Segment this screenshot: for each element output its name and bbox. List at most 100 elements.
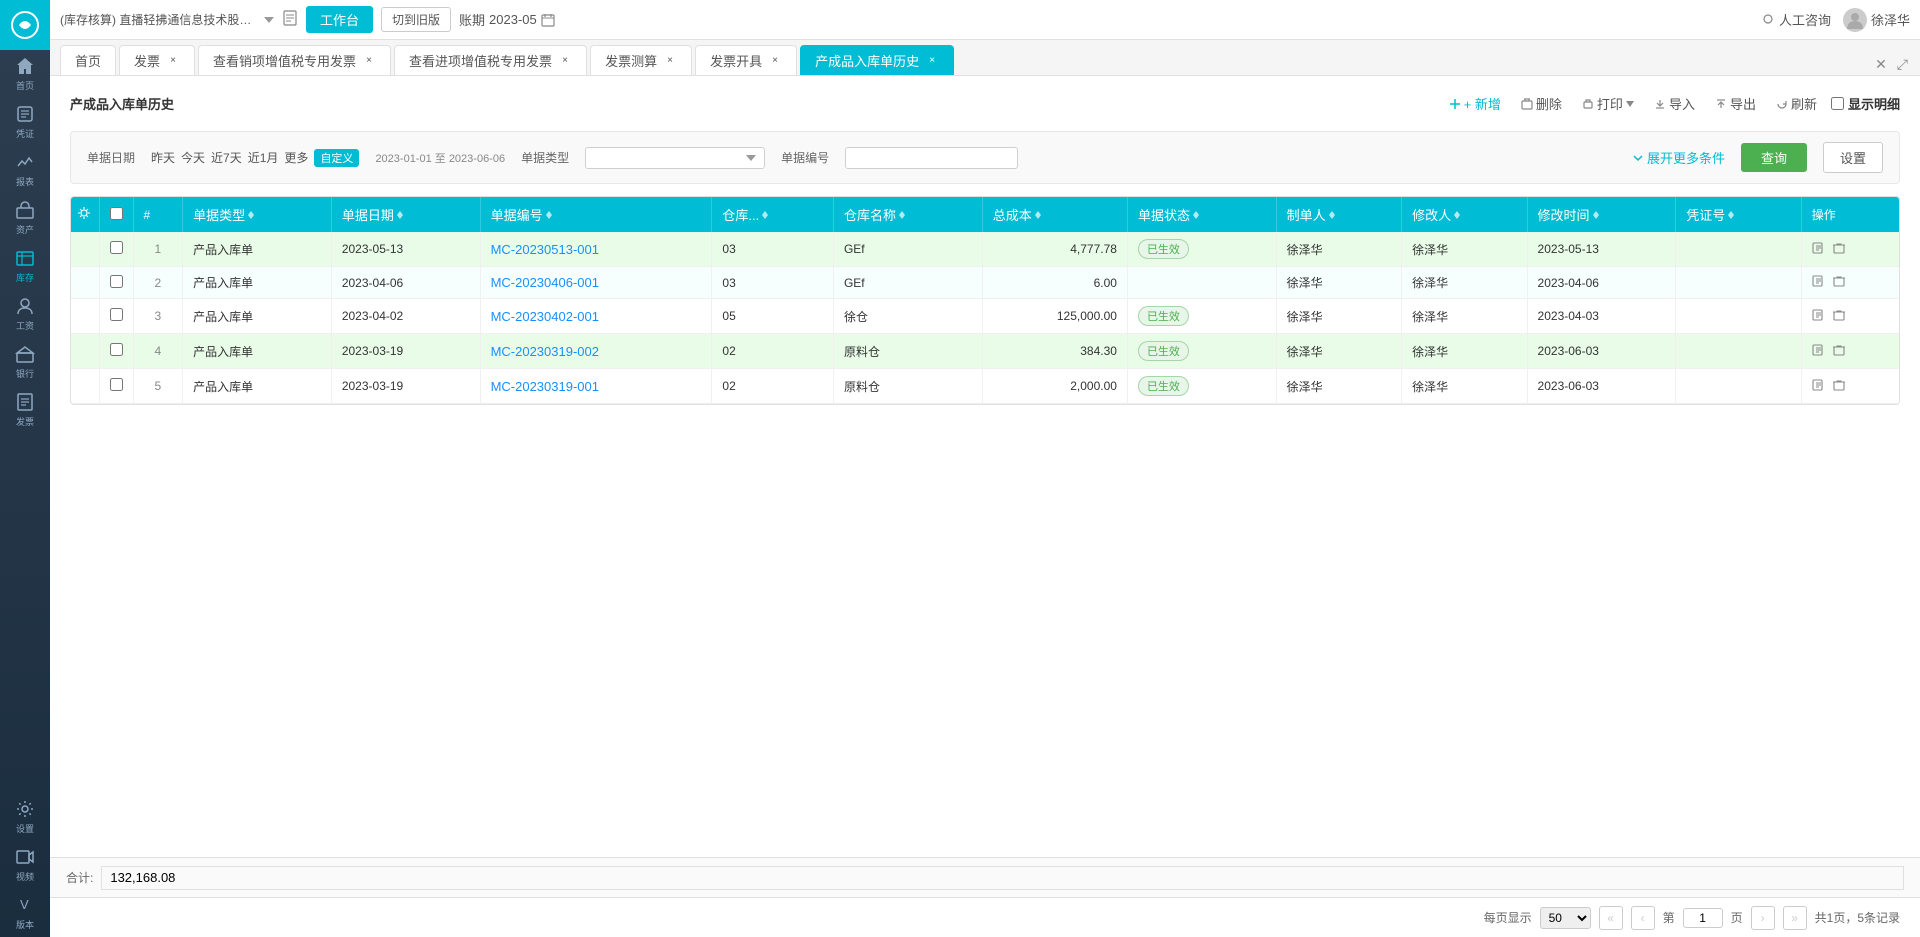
sidebar-item-salary[interactable]: 工资 bbox=[0, 290, 50, 338]
per-page-select[interactable]: 20 50 100 bbox=[1540, 907, 1591, 929]
delete-row-icon[interactable] bbox=[1832, 378, 1846, 395]
tab-product-history-close[interactable]: × bbox=[925, 54, 939, 68]
expand-conditions[interactable]: 展开更多条件 bbox=[1632, 148, 1725, 167]
doc-num-input[interactable] bbox=[845, 147, 1018, 169]
th-creator[interactable]: 制单人 bbox=[1276, 197, 1401, 232]
delete-row-icon[interactable] bbox=[1832, 343, 1846, 360]
th-checkbox[interactable] bbox=[99, 197, 133, 232]
sidebar-item-inventory[interactable]: 库存 bbox=[0, 242, 50, 290]
sidebar-item-version[interactable]: V 版本 bbox=[0, 889, 50, 937]
sidebar-item-tax[interactable]: 发票 bbox=[0, 386, 50, 434]
tab-vat-purchase[interactable]: 查看进项增值税专用发票 × bbox=[394, 45, 587, 75]
td-doc-num[interactable]: MC-20230319-001 bbox=[480, 369, 712, 404]
select-all-checkbox[interactable] bbox=[110, 207, 123, 220]
doc-num-link[interactable]: MC-20230513-001 bbox=[491, 242, 599, 257]
th-modifier[interactable]: 修改人 bbox=[1402, 197, 1527, 232]
new-button[interactable]: + 新增 bbox=[1443, 92, 1507, 115]
doc-num-link[interactable]: MC-20230319-001 bbox=[491, 379, 599, 394]
sidebar-item-video[interactable]: 视频 bbox=[0, 841, 50, 889]
last-page-button[interactable]: » bbox=[1783, 906, 1807, 930]
row-checkbox[interactable] bbox=[110, 378, 123, 391]
sidebar-item-report[interactable]: 报表 bbox=[0, 146, 50, 194]
export-button[interactable]: 导出 bbox=[1709, 92, 1762, 115]
doc-num-link[interactable]: MC-20230319-002 bbox=[491, 344, 599, 359]
date-custom[interactable]: 自定义 bbox=[314, 149, 359, 167]
edit-icon[interactable] bbox=[1812, 343, 1826, 360]
date-more[interactable]: 更多 bbox=[284, 149, 308, 167]
sidebar-item-voucher[interactable]: 凭证 bbox=[0, 98, 50, 146]
th-modify-time[interactable]: 修改时间 bbox=[1527, 197, 1676, 232]
tab-invoice-open[interactable]: 发票开具 × bbox=[695, 45, 797, 75]
sidebar-item-home[interactable]: 首页 bbox=[0, 50, 50, 98]
th-doc-date[interactable]: 单据日期 bbox=[331, 197, 480, 232]
row-checkbox[interactable] bbox=[110, 343, 123, 356]
reset-button[interactable]: 设置 bbox=[1823, 142, 1883, 173]
calendar-icon[interactable] bbox=[541, 13, 555, 27]
date-today[interactable]: 今天 bbox=[181, 149, 205, 167]
tab-invoice-calc[interactable]: 发票测算 × bbox=[590, 45, 692, 75]
td-checkbox[interactable] bbox=[99, 334, 133, 369]
doc-num-link[interactable]: MC-20230402-001 bbox=[491, 309, 599, 324]
delete-button[interactable]: 删除 bbox=[1515, 92, 1568, 115]
delete-row-icon[interactable] bbox=[1832, 241, 1846, 258]
td-checkbox[interactable] bbox=[99, 232, 133, 267]
page-input[interactable] bbox=[1683, 908, 1723, 928]
tab-expand-button[interactable]: ⤢ bbox=[1895, 54, 1910, 75]
date-7days[interactable]: 近7天 bbox=[211, 149, 242, 167]
td-doc-num[interactable]: MC-20230402-001 bbox=[480, 299, 712, 334]
tab-vat-sales[interactable]: 查看销项增值税专用发票 × bbox=[198, 45, 391, 75]
tab-invoice[interactable]: 发票 × bbox=[119, 45, 195, 75]
tab-home[interactable]: 首页 bbox=[60, 45, 116, 75]
row-checkbox[interactable] bbox=[110, 241, 123, 254]
switch-old-version-button[interactable]: 切到旧版 bbox=[381, 7, 451, 32]
doc-type-select[interactable]: 产品入库单 bbox=[585, 147, 765, 169]
date-yesterday[interactable]: 昨天 bbox=[151, 149, 175, 167]
th-voucher-num[interactable]: 凭证号 bbox=[1676, 197, 1801, 232]
sidebar-item-settings[interactable]: 设置 bbox=[0, 793, 50, 841]
edit-icon[interactable] bbox=[1812, 241, 1826, 258]
tab-vat-sales-close[interactable]: × bbox=[362, 54, 376, 68]
sidebar-item-asset[interactable]: 资产 bbox=[0, 194, 50, 242]
th-settings[interactable] bbox=[71, 197, 99, 232]
td-doc-num[interactable]: MC-20230406-001 bbox=[480, 267, 712, 299]
import-button[interactable]: 导入 bbox=[1648, 92, 1701, 115]
delete-row-icon[interactable] bbox=[1832, 274, 1846, 291]
row-checkbox[interactable] bbox=[110, 275, 123, 288]
doc-num-link[interactable]: MC-20230406-001 bbox=[491, 275, 599, 290]
th-warehouse-name[interactable]: 仓库名称 bbox=[833, 197, 982, 232]
td-checkbox[interactable] bbox=[99, 369, 133, 404]
delete-row-icon[interactable] bbox=[1832, 308, 1846, 325]
next-page-button[interactable]: › bbox=[1751, 906, 1775, 930]
company-selector[interactable]: (库存核算) 直播轻拂通信息技术股份... bbox=[60, 11, 274, 28]
th-warehouse-code[interactable]: 仓库... bbox=[712, 197, 834, 232]
td-doc-num[interactable]: MC-20230513-001 bbox=[480, 232, 712, 267]
workbench-button[interactable]: 工作台 bbox=[306, 6, 373, 33]
customer-service[interactable]: 人工咨询 bbox=[1761, 10, 1831, 29]
date-1month[interactable]: 近1月 bbox=[248, 149, 279, 167]
sidebar-item-bank[interactable]: 银行 bbox=[0, 338, 50, 386]
refresh-button[interactable]: 刷新 bbox=[1770, 92, 1823, 115]
td-checkbox[interactable] bbox=[99, 299, 133, 334]
show-detail-input[interactable] bbox=[1831, 97, 1844, 110]
tab-product-history[interactable]: 产成品入库单历史 × bbox=[800, 45, 954, 75]
th-total-cost[interactable]: 总成本 bbox=[982, 197, 1127, 232]
td-doc-num[interactable]: MC-20230319-002 bbox=[480, 334, 712, 369]
th-doc-status[interactable]: 单据状态 bbox=[1127, 197, 1276, 232]
show-detail-checkbox[interactable]: 显示明细 bbox=[1831, 94, 1900, 113]
edit-icon[interactable] bbox=[1812, 274, 1826, 291]
row-checkbox[interactable] bbox=[110, 308, 123, 321]
tab-invoice-close[interactable]: × bbox=[166, 54, 180, 68]
tab-vat-purchase-close[interactable]: × bbox=[558, 54, 572, 68]
tab-invoice-open-close[interactable]: × bbox=[768, 54, 782, 68]
td-checkbox[interactable] bbox=[99, 267, 133, 299]
print-button[interactable]: 打印 bbox=[1576, 92, 1640, 115]
th-doc-num[interactable]: 单据编号 bbox=[480, 197, 712, 232]
first-page-button[interactable]: « bbox=[1599, 906, 1623, 930]
tab-close-all-button[interactable]: ✕ bbox=[1873, 54, 1889, 75]
user-menu[interactable]: 徐泽华 bbox=[1843, 8, 1910, 32]
tab-invoice-calc-close[interactable]: × bbox=[663, 54, 677, 68]
th-doc-type[interactable]: 单据类型 bbox=[183, 197, 332, 232]
edit-icon[interactable] bbox=[1812, 308, 1826, 325]
search-button[interactable]: 查询 bbox=[1741, 143, 1807, 172]
edit-icon[interactable] bbox=[1812, 378, 1826, 395]
